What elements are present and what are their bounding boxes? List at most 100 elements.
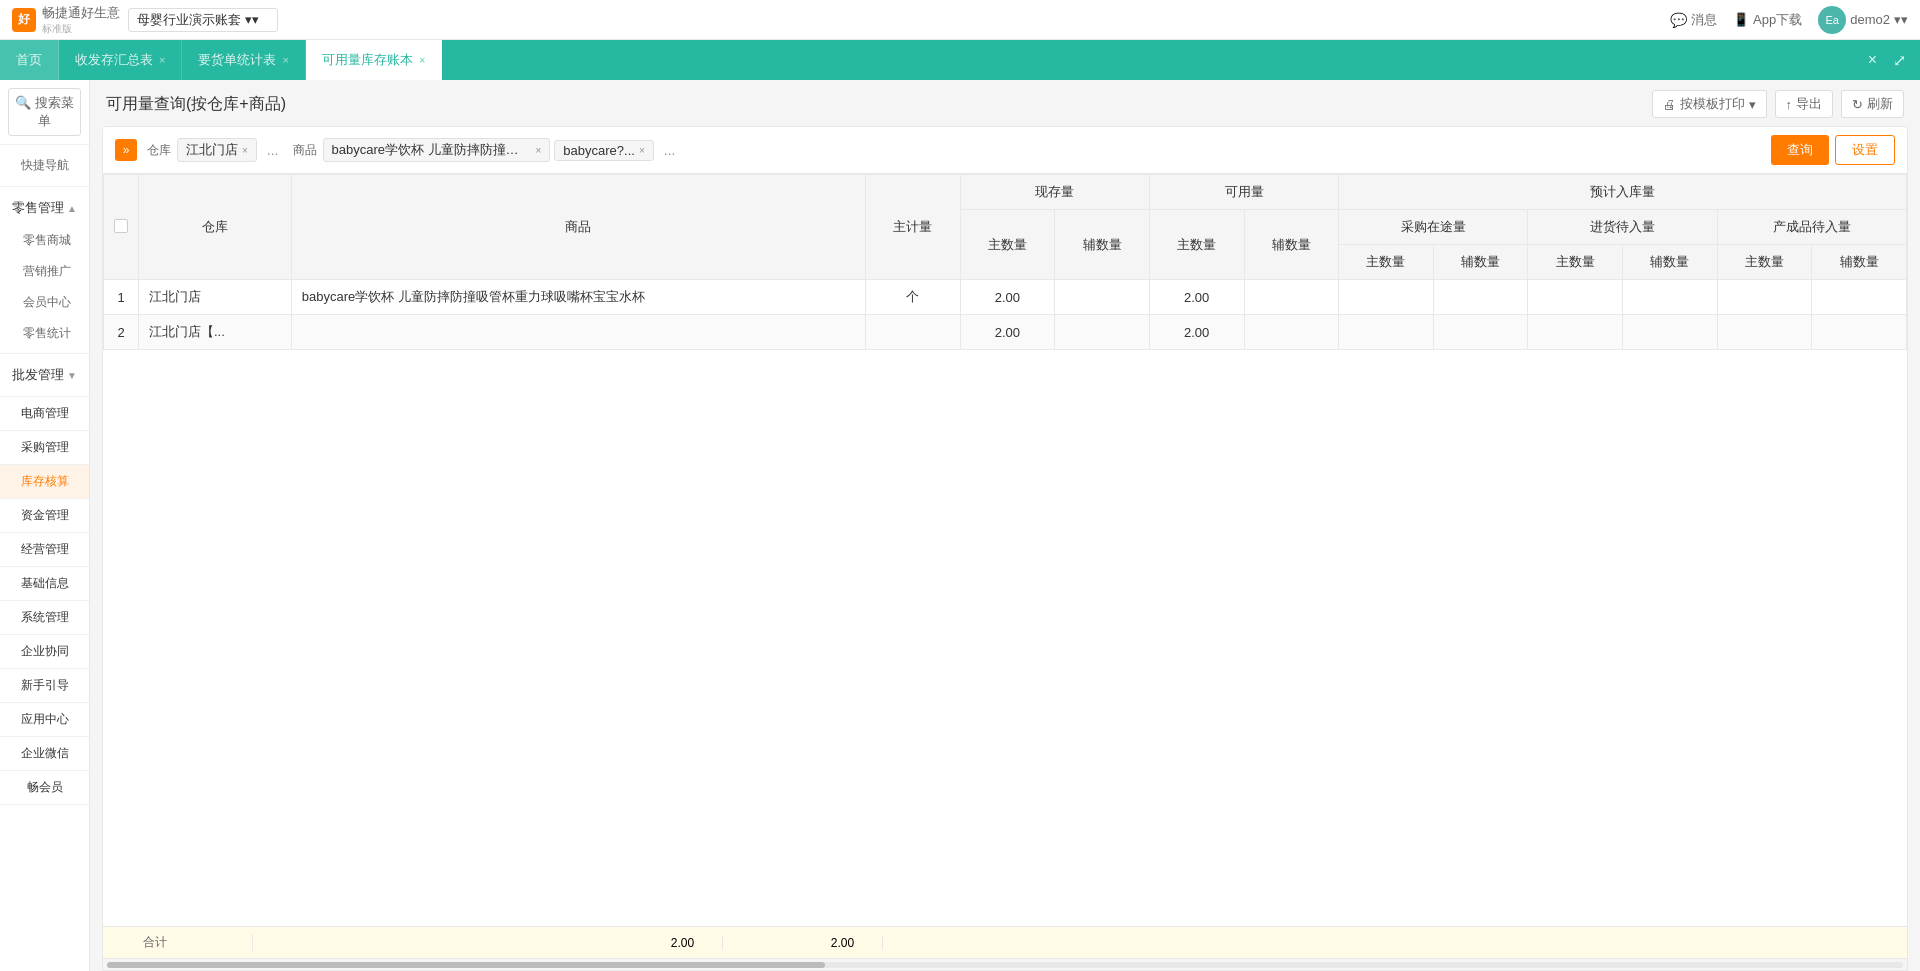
- cell-purchase-in-main: [1339, 315, 1434, 350]
- cell-warehouse: 江北门店: [139, 280, 292, 315]
- search-menu-btn[interactable]: 🔍 搜索菜单: [8, 88, 81, 136]
- refresh-icon: ↻: [1852, 97, 1863, 112]
- cell-warehouse: 江北门店【...: [139, 315, 292, 350]
- chevron-down-icon: ▼: [67, 370, 77, 381]
- sidebar-section-retail: 零售管理 ▲ 零售商城 营销推广 会员中心 零售统计: [0, 187, 89, 354]
- sidebar-item-inventory[interactable]: 库存核算: [0, 465, 89, 499]
- tab-bar-actions: × ⤢: [1862, 47, 1920, 74]
- filter-expand-btn[interactable]: »: [115, 139, 137, 161]
- sidebar-item-basic[interactable]: 基础信息: [0, 567, 89, 601]
- th-purchase-pending-group: 进货待入量: [1528, 210, 1717, 245]
- top-bar-left: 好 畅捷通好生意 标准版 母婴行业演示账套 ▾: [12, 4, 278, 36]
- th-available-group: 可用量: [1149, 175, 1338, 210]
- sidebar-item-quick-nav[interactable]: 快捷导航: [0, 149, 89, 182]
- sidebar-nav: 快捷导航: [0, 145, 89, 187]
- chevron-down-icon: ▾: [1749, 97, 1756, 112]
- logo-area: 好 畅捷通好生意 标准版: [12, 4, 120, 36]
- product-tag-2: babycare?... ×: [554, 140, 653, 161]
- close-icon[interactable]: ×: [159, 54, 165, 66]
- logo-icon: 好: [12, 8, 36, 32]
- close-icon[interactable]: ×: [282, 54, 288, 66]
- cell-available-sub: [1244, 280, 1339, 315]
- sidebar-item-operations[interactable]: 经营管理: [0, 533, 89, 567]
- page-header: 可用量查询(按仓库+商品) 🖨 按模板打印 ▾ ↑ 导出 ↻ 刷新: [90, 80, 1920, 126]
- cell-production-main: [1717, 315, 1812, 350]
- cell-production-main: [1717, 280, 1812, 315]
- sidebar-item-system[interactable]: 系统管理: [0, 601, 89, 635]
- th-unit: 主计量: [866, 175, 961, 280]
- more-icon[interactable]: ...: [263, 142, 283, 158]
- close-icon[interactable]: ×: [536, 145, 542, 156]
- sidebar-item-member[interactable]: 畅会员: [0, 771, 89, 805]
- avatar: Ea: [1818, 6, 1846, 34]
- th-purchase-in-sub: 辅数量: [1433, 245, 1528, 280]
- top-bar-right: 消息 App下载 Ea demo2 ▾: [1670, 6, 1908, 34]
- cell-production-sub: [1812, 280, 1907, 315]
- query-btn[interactable]: 查询: [1771, 135, 1829, 165]
- chevron-up-icon: ▲: [67, 203, 77, 214]
- sidebar-item-finance[interactable]: 资金管理: [0, 499, 89, 533]
- more-icon[interactable]: ...: [660, 142, 680, 158]
- sidebar-item-members[interactable]: 会员中心: [0, 287, 89, 318]
- tab-available[interactable]: 可用量库存账本 ×: [306, 40, 442, 80]
- cell-purchase-pending-sub: [1623, 315, 1718, 350]
- product-label: 商品: [293, 142, 317, 159]
- sidebar-section-retail-header[interactable]: 零售管理 ▲: [0, 191, 89, 225]
- message-btn[interactable]: 消息: [1670, 11, 1717, 29]
- close-icon[interactable]: ×: [419, 54, 425, 66]
- sidebar-item-enterprise[interactable]: 企业协同: [0, 635, 89, 669]
- footer-stock-main: 2.00: [643, 936, 723, 950]
- scroll-track: [107, 962, 1903, 968]
- user-menu[interactable]: Ea demo2 ▾: [1818, 6, 1908, 34]
- sidebar-search: 🔍 搜索菜单: [0, 80, 89, 145]
- sidebar-item-appcenter[interactable]: 应用中心: [0, 703, 89, 737]
- warehouse-tags: 江北门店 ×: [177, 138, 257, 162]
- industry-selector[interactable]: 母婴行业演示账套 ▾: [128, 8, 278, 32]
- close-icon[interactable]: ×: [242, 145, 248, 156]
- logo-text: 畅捷通好生意 标准版: [42, 4, 120, 36]
- tab-home[interactable]: 首页: [0, 40, 59, 80]
- horizontal-scrollbar: [102, 959, 1908, 971]
- refresh-btn[interactable]: ↻ 刷新: [1841, 90, 1904, 118]
- main-layout: 🔍 搜索菜单 快捷导航 零售管理 ▲ 零售商城 营销推广 会员中心 零售统计 批…: [0, 80, 1920, 971]
- sidebar-item-guide[interactable]: 新手引导: [0, 669, 89, 703]
- th-production-sub: 辅数量: [1812, 245, 1907, 280]
- cell-purchase-in-sub: [1433, 280, 1528, 315]
- th-purchase-pending-main: 主数量: [1528, 245, 1623, 280]
- th-checkbox: [104, 175, 139, 280]
- sidebar-section-wholesale-header[interactable]: 批发管理 ▼: [0, 358, 89, 392]
- app-download-btn[interactable]: App下载: [1733, 11, 1802, 29]
- table-footer: 合计 2.00 2.00: [102, 927, 1908, 959]
- sidebar-item-marketing[interactable]: 营销推广: [0, 256, 89, 287]
- scroll-thumb[interactable]: [107, 962, 825, 968]
- export-btn[interactable]: ↑ 导出: [1775, 90, 1834, 118]
- sidebar-section-wholesale: 批发管理 ▼: [0, 354, 89, 397]
- expand-tab-btn[interactable]: ⤢: [1887, 47, 1912, 74]
- th-available-main: 主数量: [1149, 210, 1244, 280]
- sidebar-item-retail-store[interactable]: 零售商城: [0, 225, 89, 256]
- cell-purchase-pending-main: [1528, 280, 1623, 315]
- th-purchase-in-group: 采购在途量: [1339, 210, 1528, 245]
- close-icon[interactable]: ×: [639, 145, 645, 156]
- print-btn[interactable]: 🖨 按模板打印 ▾: [1652, 90, 1767, 118]
- cell-purchase-in-main: [1339, 280, 1434, 315]
- footer-available-main: 2.00: [803, 936, 883, 950]
- tab-order[interactable]: 要货单统计表 ×: [182, 40, 305, 80]
- cell-index: 2: [104, 315, 139, 350]
- cell-stock-main: 2.00: [960, 280, 1055, 315]
- close-tab-btn[interactable]: ×: [1862, 47, 1883, 73]
- cell-purchase-pending-sub: [1623, 280, 1718, 315]
- tab-receipt[interactable]: 收发存汇总表 ×: [59, 40, 182, 80]
- sidebar-item-wechat[interactable]: 企业微信: [0, 737, 89, 771]
- sidebar-item-purchase[interactable]: 采购管理: [0, 431, 89, 465]
- footer-label: 合计: [133, 934, 253, 951]
- settings-btn[interactable]: 设置: [1835, 135, 1895, 165]
- checkbox-icon[interactable]: [114, 219, 128, 233]
- filter-product-group: 商品 babycare学饮杯 儿童防摔防撞吸管杯重力球吸嘴杯宝宝水杯 × bab…: [293, 138, 680, 162]
- th-stock-group: 现存量: [960, 175, 1149, 210]
- th-product: 商品: [291, 175, 865, 280]
- sidebar-item-retail-stats[interactable]: 零售统计: [0, 318, 89, 349]
- sidebar-item-ecommerce[interactable]: 电商管理: [0, 397, 89, 431]
- th-incoming-group: 预计入库量: [1339, 175, 1907, 210]
- chevron-down-icon: ▾: [1894, 12, 1908, 27]
